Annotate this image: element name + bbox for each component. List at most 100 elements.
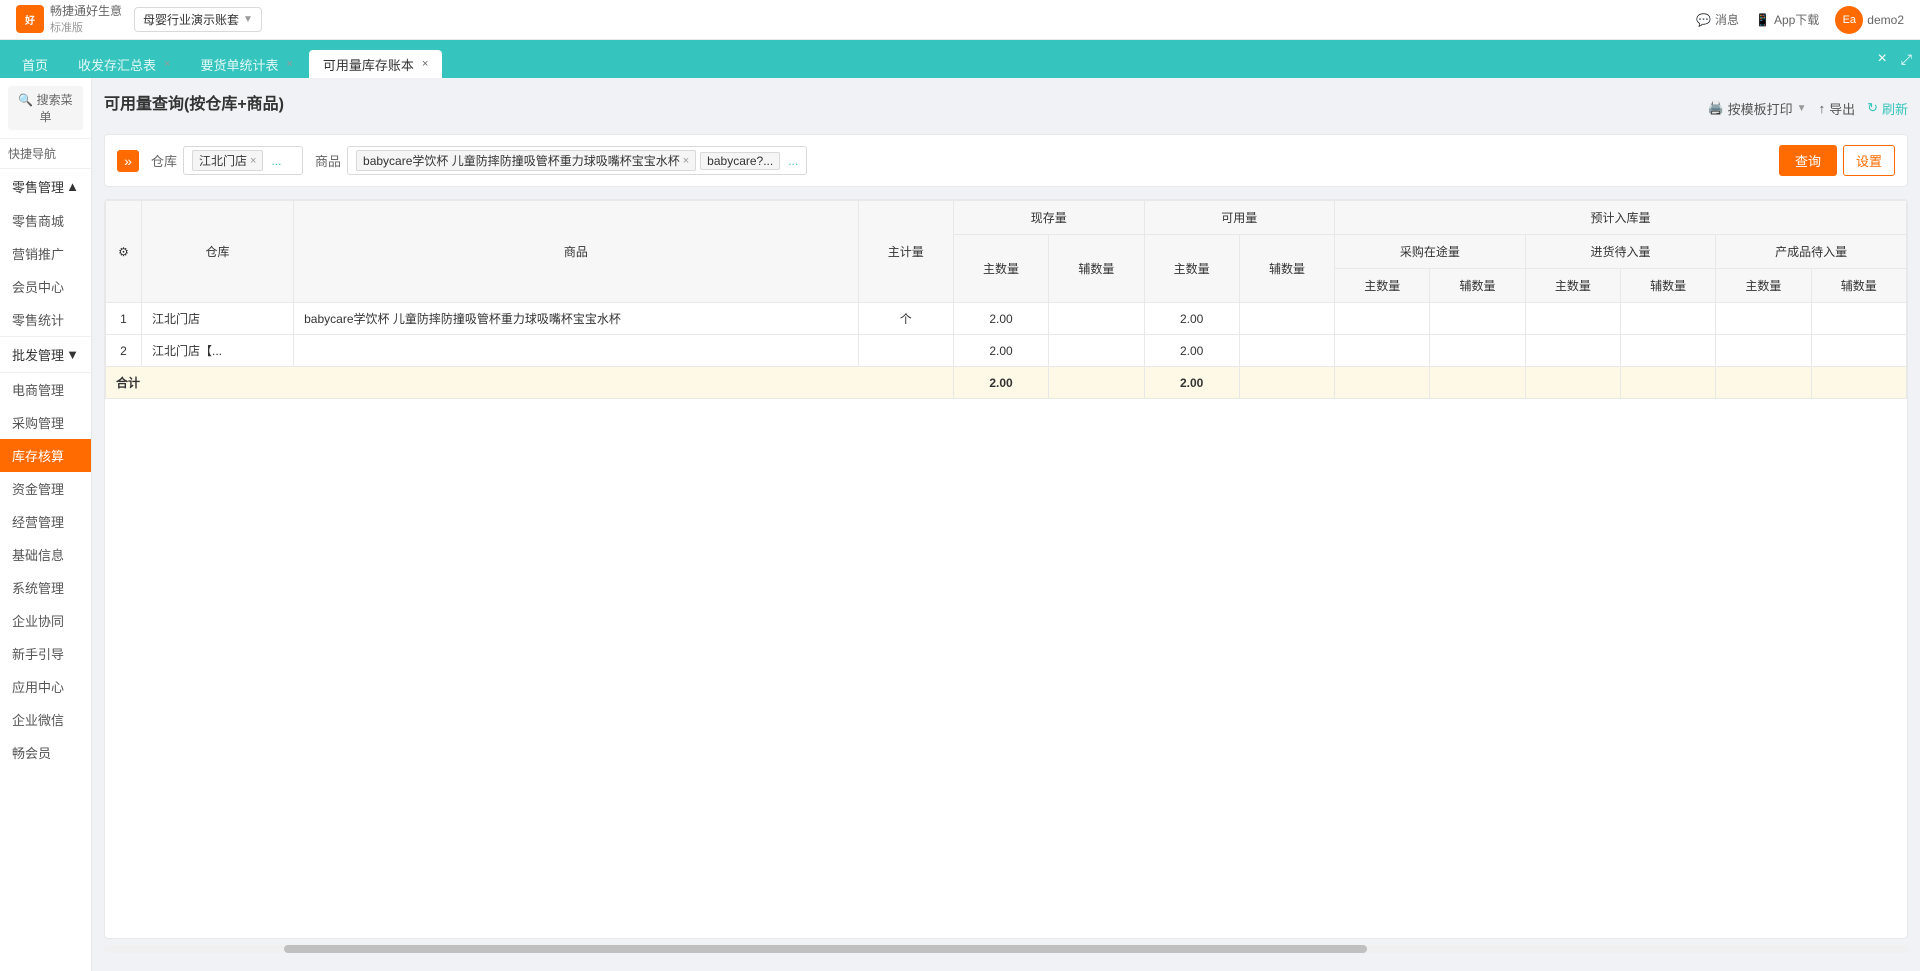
tab-available-close[interactable]: ×: [422, 58, 428, 70]
sidebar-item-wechat[interactable]: 企业微信: [0, 703, 91, 736]
sidebar-item-member[interactable]: 畅会员: [0, 736, 91, 769]
footer-label: 合计: [106, 367, 954, 399]
search-menu-btn[interactable]: 🔍 搜索菜单: [8, 86, 83, 130]
sidebar-quick-nav[interactable]: 快捷导航: [0, 139, 91, 169]
retail-section-header[interactable]: 零售管理 ▲: [0, 169, 91, 204]
nav-tabs-bar: 首页 收发存汇总表 × 要货单统计表 × 可用量库存账本 × × ⤢: [0, 40, 1920, 78]
tab-available-ledger[interactable]: 可用量库存账本 ×: [309, 50, 442, 78]
quick-nav-label: 快捷导航: [8, 147, 56, 161]
row1-product: babycare学饮杯 儿童防摔防撞吸管杯重力球吸嘴杯宝宝水杯: [294, 303, 858, 335]
th-unit: 主计量: [858, 201, 953, 303]
product-more[interactable]: ...: [788, 154, 798, 168]
warehouse-tag: 江北门店 ×: [192, 150, 263, 171]
row2-pa-aux: [1620, 335, 1715, 367]
logo-subtext: 标准版: [50, 19, 122, 35]
sidebar-item-basics[interactable]: 基础信息: [0, 538, 91, 571]
filter-toggle-btn[interactable]: »: [117, 150, 139, 172]
product-input[interactable]: babycare学饮杯 儿童防摔防撞吸管杯重力球吸嘴杯宝宝水杯 × babyca…: [347, 146, 807, 175]
th-available: 可用量: [1144, 201, 1335, 235]
footer-pra-main: [1716, 367, 1811, 399]
tab-home-label: 首页: [22, 55, 48, 74]
printer-icon: 🖨️: [1707, 100, 1723, 116]
sidebar-section-retail: 零售管理 ▲ 零售商城 营销推广 会员中心 零售统计: [0, 169, 91, 337]
row1-warehouse: 江北门店: [142, 303, 294, 335]
top-bar-right: 💬 消息 📱 App下载 Ea demo2: [1696, 6, 1904, 34]
content-area: 可用量查询(按仓库+商品) 🖨️ 按模板打印 ▼ ↑ 导出 ↻ 刷新 »: [92, 78, 1920, 971]
table-row: 1 江北门店 babycare学饮杯 儿童防摔防撞吸管杯重力球吸嘴杯宝宝水杯 个…: [106, 303, 1907, 335]
th-current-aux: 辅数量: [1049, 235, 1144, 303]
table-footer-row: 合计 2.00 2.00: [106, 367, 1907, 399]
query-btn[interactable]: 查询: [1779, 145, 1837, 176]
scrollbar-track[interactable]: [104, 945, 1908, 953]
warehouse-input[interactable]: 江北门店 × ...: [183, 146, 303, 175]
sidebar-item-retail-stats[interactable]: 零售统计: [0, 303, 91, 336]
export-icon: ↑: [1819, 101, 1826, 116]
th-pra-aux: 辅数量: [1811, 269, 1906, 303]
tab-available-label: 可用量库存账本: [323, 55, 414, 74]
sidebar-item-ecommerce[interactable]: 电商管理: [0, 373, 91, 406]
message-label: 消息: [1715, 11, 1739, 28]
sidebar-item-finance[interactable]: 资金管理: [0, 472, 91, 505]
row1-pra-main: [1716, 303, 1811, 335]
sidebar-item-inventory[interactable]: 库存核算: [0, 439, 91, 472]
top-bar: 好 畅捷通好生意 标准版 母婴行业演示账套 ▼ 💬 消息 📱 App下载 Ea …: [0, 0, 1920, 40]
row1-pt-aux: [1430, 303, 1525, 335]
tab-receive-summary[interactable]: 收发存汇总表 ×: [64, 50, 184, 78]
print-chevron: ▼: [1797, 103, 1807, 114]
data-table: ⚙ 仓库 商品 主计量 现存量 可用量 预计入库量 主数量 辅数量 主数量 辅数…: [105, 200, 1907, 399]
print-template-btn[interactable]: 🖨️ 按模板打印 ▼: [1707, 99, 1806, 118]
row1-pra-aux: [1811, 303, 1906, 335]
row1-available-main: 2.00: [1144, 303, 1239, 335]
logo-icon: 好: [16, 5, 44, 33]
th-pt-aux: 辅数量: [1430, 269, 1525, 303]
tab-receive-close[interactable]: ×: [164, 58, 170, 70]
product-tag-1-remove[interactable]: ×: [683, 155, 689, 167]
row1-available-aux: [1239, 303, 1334, 335]
wholesale-section-header[interactable]: 批发管理 ▼: [0, 337, 91, 372]
industry-label: 母婴行业演示账套: [143, 11, 239, 28]
warehouse-more[interactable]: ...: [271, 154, 281, 168]
sidebar-item-newbie[interactable]: 新手引导: [0, 637, 91, 670]
th-purchase-arriving: 进货待入量: [1525, 235, 1716, 269]
sidebar-item-purchase[interactable]: 采购管理: [0, 406, 91, 439]
main-layout: 🔍 搜索菜单 快捷导航 零售管理 ▲ 零售商城 营销推广 会员中心 零售统计: [0, 78, 1920, 971]
retail-arrow: ▲: [66, 179, 79, 194]
user-area[interactable]: Ea demo2: [1835, 6, 1904, 34]
th-product: 商品: [294, 201, 858, 303]
th-purchase-transit: 采购在途量: [1335, 235, 1526, 269]
app-download-btn[interactable]: 📱 App下载: [1755, 11, 1819, 28]
sidebar-item-marketing[interactable]: 营销推广: [0, 237, 91, 270]
export-btn[interactable]: ↑ 导出: [1819, 99, 1856, 118]
sidebar-search[interactable]: 🔍 搜索菜单: [0, 78, 91, 139]
wholesale-label: 批发管理: [12, 345, 64, 364]
sidebar-item-enterprise[interactable]: 企业协同: [0, 604, 91, 637]
sidebar-item-members[interactable]: 会员中心: [0, 270, 91, 303]
row2-num: 2: [106, 335, 142, 367]
refresh-btn[interactable]: ↻ 刷新: [1867, 99, 1908, 118]
tab-home[interactable]: 首页: [8, 50, 62, 78]
sidebar-item-appcenter[interactable]: 应用中心: [0, 670, 91, 703]
close-all-tabs-btn[interactable]: ×: [1871, 48, 1892, 70]
row2-unit: [858, 335, 953, 367]
expand-btn[interactable]: ⤢: [1901, 51, 1912, 68]
sidebar-item-operations[interactable]: 经营管理: [0, 505, 91, 538]
industry-selector[interactable]: 母婴行业演示账套 ▼: [134, 7, 262, 32]
warehouse-tag-remove[interactable]: ×: [250, 155, 256, 167]
tab-order-close[interactable]: ×: [286, 58, 292, 70]
chevron-down-icon: ▼: [243, 14, 253, 25]
message-btn[interactable]: 💬 消息: [1696, 11, 1739, 28]
th-pa-aux: 辅数量: [1620, 269, 1715, 303]
setting-btn[interactable]: 设置: [1843, 145, 1895, 176]
sidebar-section-wholesale: 批发管理 ▼: [0, 337, 91, 373]
row2-available-main: 2.00: [1144, 335, 1239, 367]
sidebar-item-retail-mall[interactable]: 零售商城: [0, 204, 91, 237]
warehouse-label: 仓库: [151, 151, 177, 170]
scrollbar-thumb[interactable]: [284, 945, 1366, 953]
page-title: 可用量查询(按仓库+商品): [104, 90, 284, 114]
th-current-stock: 现存量: [953, 201, 1144, 235]
th-current-main: 主数量: [953, 235, 1048, 303]
th-settings[interactable]: ⚙: [106, 201, 142, 303]
tab-order-summary[interactable]: 要货单统计表 ×: [186, 50, 306, 78]
sidebar-item-system[interactable]: 系统管理: [0, 571, 91, 604]
footer-available-aux: [1239, 367, 1334, 399]
